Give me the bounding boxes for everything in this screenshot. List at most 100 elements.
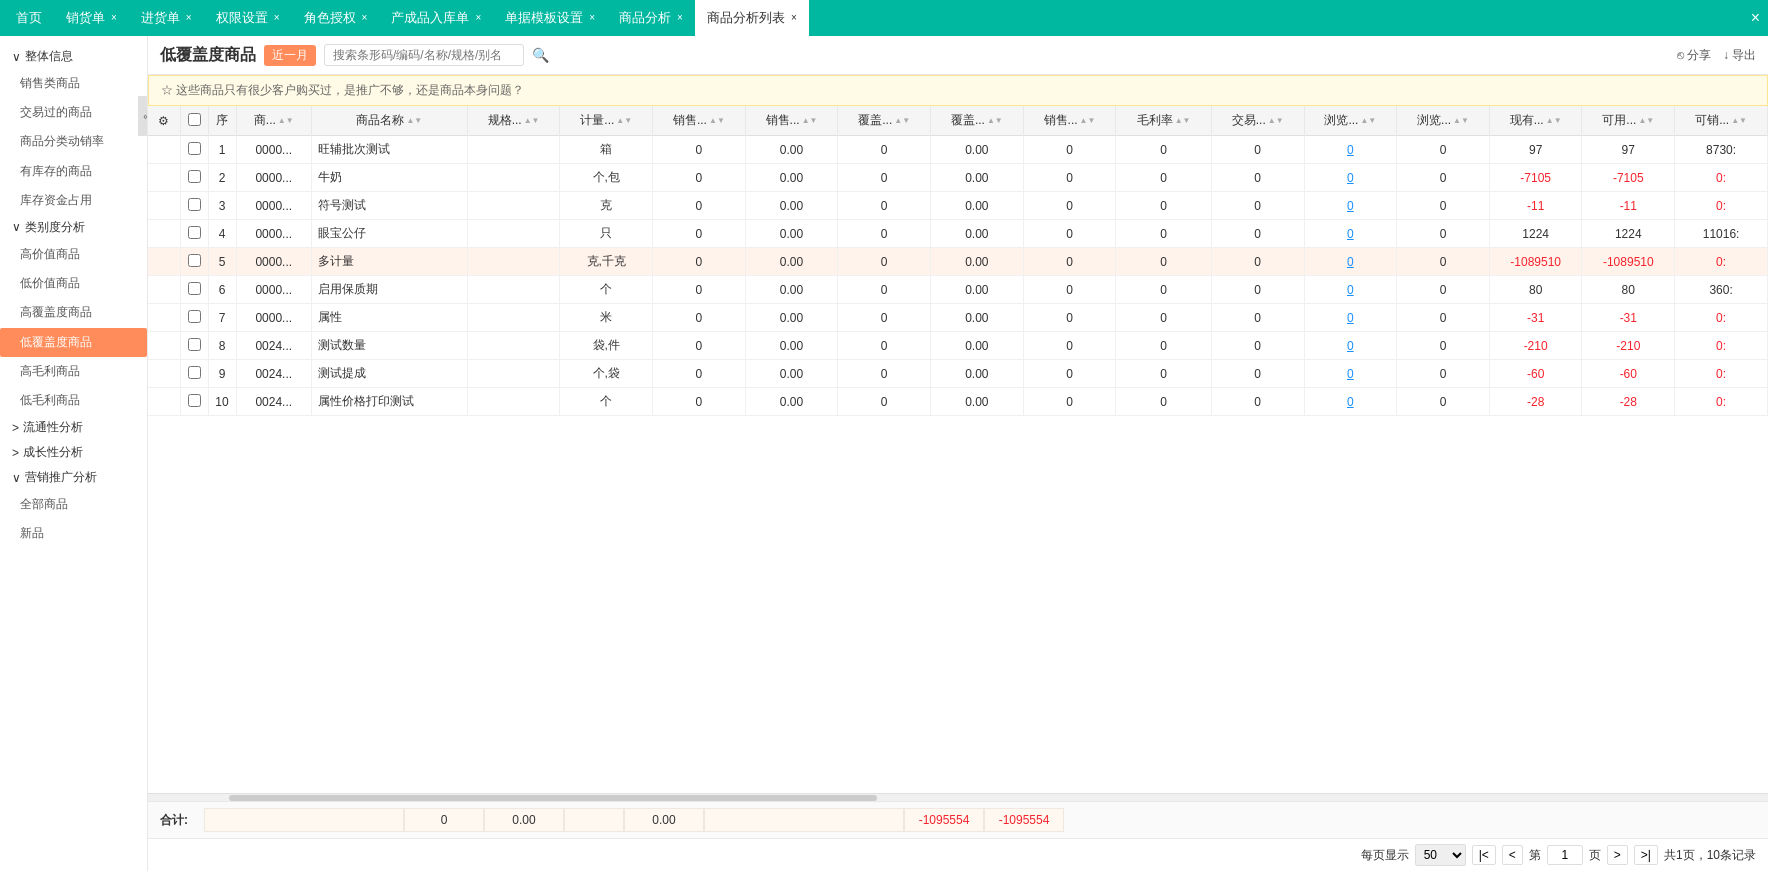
browse1-link[interactable]: 0 [1347,227,1354,241]
nav-tab-role[interactable]: 角色授权 × [292,0,380,36]
select-all-checkbox[interactable] [188,113,201,126]
sidebar-item-all-products[interactable]: 全部商品 [0,490,147,519]
row-browse1[interactable]: 0 [1304,248,1397,276]
search-button[interactable]: 🔍 [532,47,549,63]
cover1-column-header[interactable]: 覆盖...▲▼ [838,106,931,136]
search-input[interactable] [324,44,524,66]
cover2-sort[interactable]: 覆盖...▲▼ [951,112,1003,129]
nav-tab-product-inbound[interactable]: 产成品入库单 × [379,0,493,36]
sidebar-item-capital[interactable]: 库存资金占用 [0,186,147,215]
next-page-button[interactable]: > [1607,845,1628,865]
sidebar-section-overall[interactable]: ∨ 整体信息 [0,44,147,69]
row-checkbox[interactable] [180,332,208,360]
sidebar-item-high-value[interactable]: 高价值商品 [0,240,147,269]
sales2-column-header[interactable]: 销售...▲▼ [745,106,838,136]
row-select-checkbox[interactable] [188,170,201,183]
browse1-link[interactable]: 0 [1347,367,1354,381]
browse1-link[interactable]: 0 [1347,143,1354,157]
row-checkbox[interactable] [180,164,208,192]
unit-sort[interactable]: 计量...▲▼ [580,112,632,129]
table-container[interactable]: ⚙ 序 商...▲▼ 商品名称▲▼ [148,106,1768,793]
row-select-checkbox[interactable] [188,254,201,267]
row-checkbox[interactable] [180,192,208,220]
close-icon[interactable]: × [475,0,481,36]
row-browse1[interactable]: 0 [1304,164,1397,192]
row-select-checkbox[interactable] [188,366,201,379]
scrollbar-thumb[interactable] [229,795,877,801]
row-browse1[interactable]: 0 [1304,192,1397,220]
browse1-link[interactable]: 0 [1347,395,1354,409]
row-checkbox[interactable] [180,136,208,164]
name-sort[interactable]: 商品名称▲▼ [356,112,422,129]
profit-sort[interactable]: 毛利率▲▼ [1137,112,1191,129]
sidebar-section-circulation[interactable]: > 流通性分析 [0,415,147,440]
close-icon[interactable]: × [362,0,368,36]
close-all-button[interactable]: × [1751,9,1760,27]
row-browse1[interactable]: 0 [1304,332,1397,360]
row-select-checkbox[interactable] [188,338,201,351]
settings-column-header[interactable]: ⚙ [148,106,180,136]
row-browse1[interactable]: 0 [1304,360,1397,388]
share-button[interactable]: ⎋ 分享 [1677,47,1711,64]
close-icon[interactable]: × [677,0,683,36]
nav-tab-template[interactable]: 单据模板设置 × [493,0,607,36]
row-select-checkbox[interactable] [188,394,201,407]
nav-tab-home[interactable]: 首页 [4,0,54,36]
row-browse1[interactable]: 0 [1304,136,1397,164]
close-icon[interactable]: × [274,0,280,36]
stock1-sort[interactable]: 现有...▲▼ [1510,112,1562,129]
row-select-checkbox[interactable] [188,310,201,323]
prev-page-button[interactable]: < [1502,845,1523,865]
profit-column-header[interactable]: 毛利率▲▼ [1116,106,1212,136]
browse1-link[interactable]: 0 [1347,199,1354,213]
sidebar-item-low-coverage[interactable]: 低覆盖度商品 [0,328,147,357]
sidebar-item-traded-products[interactable]: 交易过的商品 [0,98,147,127]
close-icon[interactable]: × [111,0,117,36]
row-select-checkbox[interactable] [188,142,201,155]
row-browse1[interactable]: 0 [1304,276,1397,304]
nav-tab-analysis-list[interactable]: 商品分析列表 × [695,0,809,36]
row-browse1[interactable]: 0 [1304,304,1397,332]
checkbox-column-header[interactable] [180,106,208,136]
sidebar-section-marketing[interactable]: ∨ 营销推广分析 [0,465,147,490]
browse1-link[interactable]: 0 [1347,283,1354,297]
last-page-button[interactable]: >| [1634,845,1658,865]
row-select-checkbox[interactable] [188,226,201,239]
browse1-link[interactable]: 0 [1347,311,1354,325]
row-checkbox[interactable] [180,220,208,248]
row-checkbox[interactable] [180,248,208,276]
row-browse1[interactable]: 0 [1304,220,1397,248]
nav-tab-permission[interactable]: 权限设置 × [204,0,292,36]
browse1-sort[interactable]: 浏览...▲▼ [1324,112,1376,129]
export-button[interactable]: ↓ 导出 [1723,47,1756,64]
sidebar-item-high-profit[interactable]: 高毛利商品 [0,357,147,386]
sidebar-item-low-value[interactable]: 低价值商品 [0,269,147,298]
sidebar-section-growth[interactable]: > 成长性分析 [0,440,147,465]
cover1-sort[interactable]: 覆盖...▲▼ [858,112,910,129]
browse1-column-header[interactable]: 浏览...▲▼ [1304,106,1397,136]
sales2-sort[interactable]: 销售...▲▼ [766,112,818,129]
browse1-link[interactable]: 0 [1347,171,1354,185]
per-page-select[interactable]: 50 100 200 [1415,844,1466,866]
cover2-column-header[interactable]: 覆盖...▲▼ [931,106,1024,136]
close-icon[interactable]: × [589,0,595,36]
browse2-column-header[interactable]: 浏览...▲▼ [1397,106,1490,136]
browse1-link[interactable]: 0 [1347,339,1354,353]
horizontal-scrollbar[interactable] [148,793,1768,801]
name-column-header[interactable]: 商品名称▲▼ [312,106,468,136]
first-page-button[interactable]: |< [1472,845,1496,865]
row-browse1[interactable]: 0 [1304,388,1397,416]
sidebar-item-category-turnover[interactable]: 商品分类动销率 [0,127,147,156]
sales3-sort[interactable]: 销售...▲▼ [1044,112,1096,129]
sidebar-item-sales-products[interactable]: 销售类商品 [0,69,147,98]
sidebar-collapse-button[interactable]: « [138,96,148,136]
browse1-link[interactable]: 0 [1347,255,1354,269]
sidebar-section-category[interactable]: ∨ 类别度分析 [0,215,147,240]
sidebar-item-low-profit[interactable]: 低毛利商品 [0,386,147,415]
close-icon[interactable]: × [186,0,192,36]
row-checkbox[interactable] [180,360,208,388]
nav-tab-purchase[interactable]: 进货单 × [129,0,204,36]
spec-sort[interactable]: 规格...▲▼ [488,112,540,129]
row-select-checkbox[interactable] [188,198,201,211]
trade-sort[interactable]: 交易...▲▼ [1232,112,1284,129]
